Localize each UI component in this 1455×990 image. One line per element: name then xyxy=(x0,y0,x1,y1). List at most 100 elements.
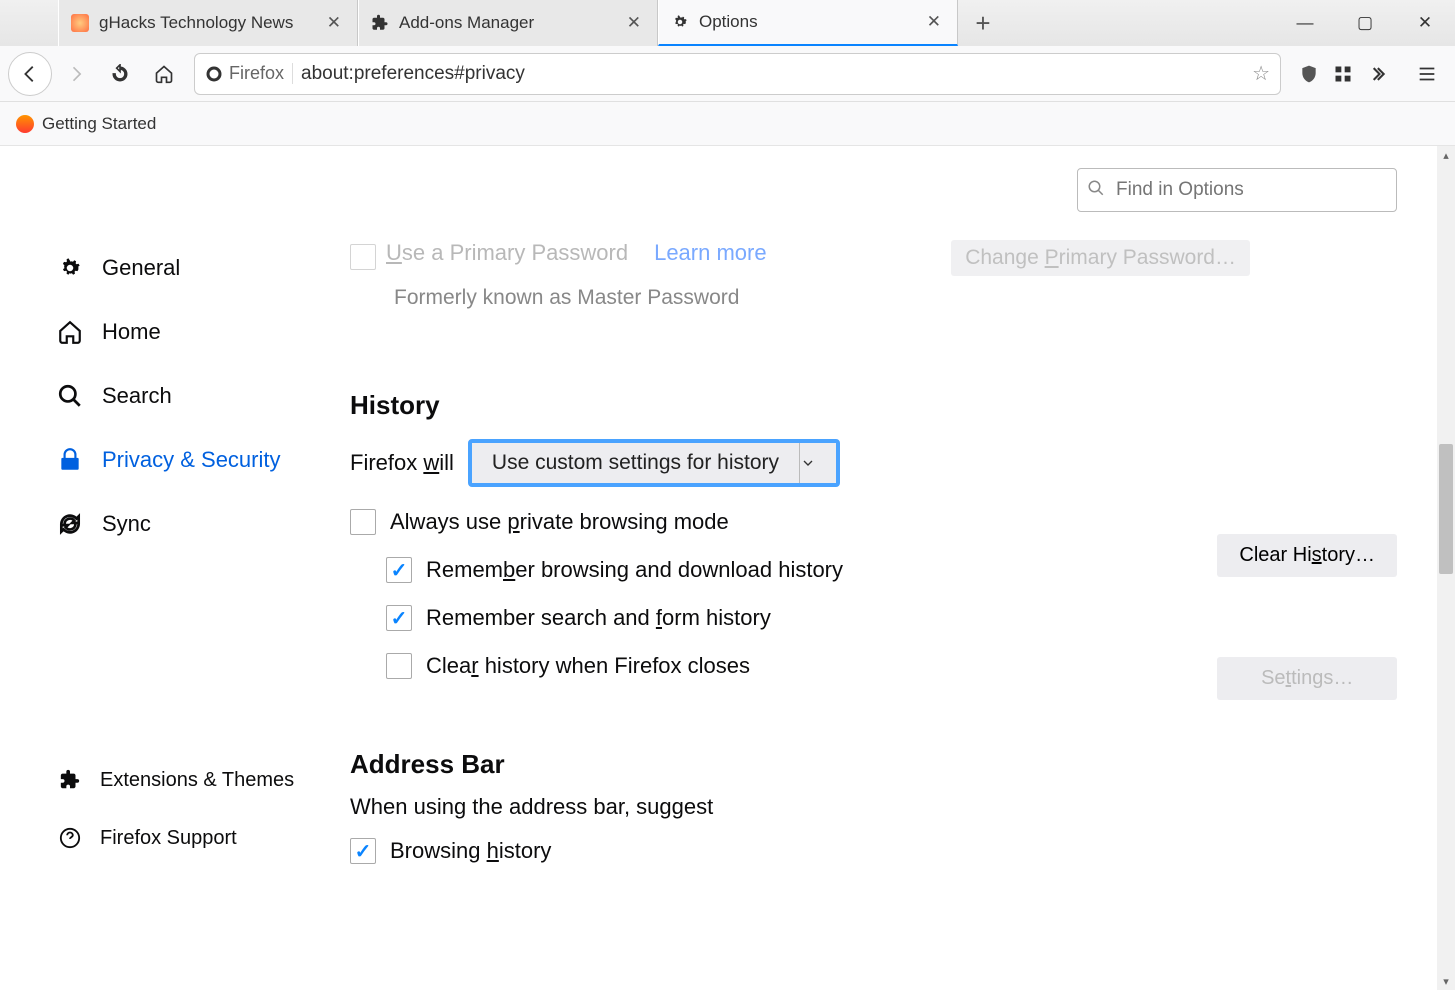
url-bar[interactable]: Firefox ☆ xyxy=(194,53,1281,95)
sidebar-item-extensions[interactable]: Extensions & Themes xyxy=(56,758,350,802)
scroll-thumb[interactable] xyxy=(1439,444,1453,574)
clear-on-close-checkbox[interactable] xyxy=(386,653,412,679)
forward-button[interactable] xyxy=(56,54,96,94)
toolbar-extensions xyxy=(1291,64,1395,84)
always-private-checkbox[interactable] xyxy=(350,509,376,535)
puzzle-icon xyxy=(371,14,389,32)
sidebar-item-general[interactable]: General xyxy=(56,246,350,290)
search-icon xyxy=(56,382,84,410)
always-private-label: Always use private browsing mode xyxy=(390,509,729,535)
search-icon xyxy=(1087,179,1105,197)
home-icon xyxy=(56,318,84,346)
content-area: General Home Search Privacy & Security xyxy=(0,146,1455,990)
sidebar-item-label: Sync xyxy=(102,511,151,537)
firefox-logo-icon xyxy=(205,65,223,83)
clear-on-close-label: Clear history when Firefox closes xyxy=(426,653,750,679)
firefox-will-label: Firefox will xyxy=(350,450,454,476)
sidebar-item-sync[interactable]: Sync xyxy=(56,502,350,546)
tab-close-icon[interactable]: ✕ xyxy=(323,9,345,37)
sidebar-item-label: Extensions & Themes xyxy=(100,769,294,792)
dropdown-selected-label: Use custom settings for history xyxy=(472,451,799,475)
bookmark-label: Getting Started xyxy=(42,114,156,134)
sidebar-item-label: Firefox Support xyxy=(100,827,237,850)
learn-more-link[interactable]: Learn more xyxy=(654,240,767,266)
always-private-row: Always use private browsing mode xyxy=(350,509,1407,535)
find-in-options-input[interactable] xyxy=(1077,168,1397,212)
puzzle-icon xyxy=(56,766,84,794)
sidebar-item-label: General xyxy=(102,255,180,281)
new-tab-button[interactable]: + xyxy=(958,0,1008,46)
preferences-main: Use a Primary Password Learn more Change… xyxy=(350,146,1437,990)
question-icon xyxy=(56,824,84,852)
change-primary-password-button[interactable]: Change Primary Password… xyxy=(951,240,1250,276)
remember-browsing-label: Remember browsing and download history xyxy=(426,557,843,583)
window-controls: — ▢ ✕ xyxy=(1275,0,1455,46)
gear-icon xyxy=(671,13,689,31)
clear-history-button[interactable]: Clear History… xyxy=(1217,534,1397,577)
bookmarks-toolbar: Getting Started xyxy=(0,102,1455,146)
remember-browsing-checkbox[interactable] xyxy=(386,557,412,583)
identity-box[interactable]: Firefox xyxy=(205,63,293,84)
sidebar-bottom: Extensions & Themes Firefox Support xyxy=(56,758,350,990)
scroll-down-icon[interactable]: ▾ xyxy=(1437,972,1455,990)
suggest-history-row: Browsing history xyxy=(350,838,1407,864)
passwords-section: Use a Primary Password Learn more Change… xyxy=(350,240,1250,310)
overflow-icon[interactable] xyxy=(1367,64,1387,84)
chevron-down-icon[interactable] xyxy=(800,455,836,471)
bookmark-getting-started[interactable]: Getting Started xyxy=(16,114,156,134)
history-mode-dropdown[interactable]: Use custom settings for history xyxy=(468,439,840,487)
close-window-button[interactable]: ✕ xyxy=(1395,13,1455,33)
history-settings-button[interactable]: Settings… xyxy=(1217,657,1397,700)
plus-icon: + xyxy=(975,8,990,39)
lock-icon xyxy=(56,446,84,474)
identity-label: Firefox xyxy=(229,63,284,84)
home-button[interactable] xyxy=(144,54,184,94)
tab-close-icon[interactable]: ✕ xyxy=(923,8,945,36)
find-in-options xyxy=(1077,168,1397,212)
gear-icon xyxy=(56,254,84,282)
tab-close-icon[interactable]: ✕ xyxy=(623,9,645,37)
suggest-history-checkbox[interactable] xyxy=(350,838,376,864)
sidebar-item-label: Privacy & Security xyxy=(102,447,281,473)
sidebar-item-privacy[interactable]: Privacy & Security xyxy=(56,438,350,482)
shield-icon[interactable] xyxy=(1299,64,1319,84)
tab-label: Add-ons Manager xyxy=(399,13,623,33)
grid-icon[interactable] xyxy=(1333,64,1353,84)
use-primary-password-checkbox[interactable] xyxy=(350,244,376,270)
sidebar-item-label: Search xyxy=(102,383,172,409)
url-input[interactable] xyxy=(301,63,1244,85)
history-buttons: Clear History… Settings… xyxy=(1217,534,1397,700)
scroll-track[interactable] xyxy=(1437,164,1455,972)
use-primary-password-label: Use a Primary Password xyxy=(386,240,628,266)
history-mode-row: Firefox will Use custom settings for his… xyxy=(350,439,1407,487)
tab-ghacks[interactable]: gHacks Technology News ✕ xyxy=(58,0,358,46)
reload-button[interactable] xyxy=(100,54,140,94)
sidebar-item-home[interactable]: Home xyxy=(56,310,350,354)
scroll-up-icon[interactable]: ▴ xyxy=(1437,146,1455,164)
sidebar-item-label: Home xyxy=(102,319,161,345)
remember-search-label: Remember search and form history xyxy=(426,605,771,631)
sidebar-item-search[interactable]: Search xyxy=(56,374,350,418)
firefox-favicon xyxy=(16,115,34,133)
formerly-known-note: Formerly known as Master Password xyxy=(394,286,1250,310)
nav-toolbar: Firefox ☆ xyxy=(0,46,1455,102)
app-menu-button[interactable] xyxy=(1407,54,1447,94)
vertical-scrollbar[interactable]: ▴ ▾ xyxy=(1437,146,1455,990)
preferences-sidebar: General Home Search Privacy & Security xyxy=(0,146,350,990)
ghacks-favicon xyxy=(71,14,89,32)
tab-strip: gHacks Technology News ✕ Add-ons Manager… xyxy=(0,0,1455,46)
tab-label: gHacks Technology News xyxy=(99,13,323,33)
sidebar-item-support[interactable]: Firefox Support xyxy=(56,816,350,860)
sync-icon xyxy=(56,510,84,538)
back-button[interactable] xyxy=(8,52,52,96)
maximize-button[interactable]: ▢ xyxy=(1335,13,1395,33)
tab-label: Options xyxy=(699,12,923,32)
remember-search-checkbox[interactable] xyxy=(386,605,412,631)
address-bar-heading: Address Bar xyxy=(350,749,1407,780)
tab-addons[interactable]: Add-ons Manager ✕ xyxy=(358,0,658,46)
minimize-button[interactable]: — xyxy=(1275,13,1335,33)
history-heading: History xyxy=(350,390,1407,421)
bookmark-star-icon[interactable]: ☆ xyxy=(1252,61,1270,86)
preferences-page: General Home Search Privacy & Security xyxy=(0,146,1437,990)
tab-options[interactable]: Options ✕ xyxy=(658,0,958,46)
